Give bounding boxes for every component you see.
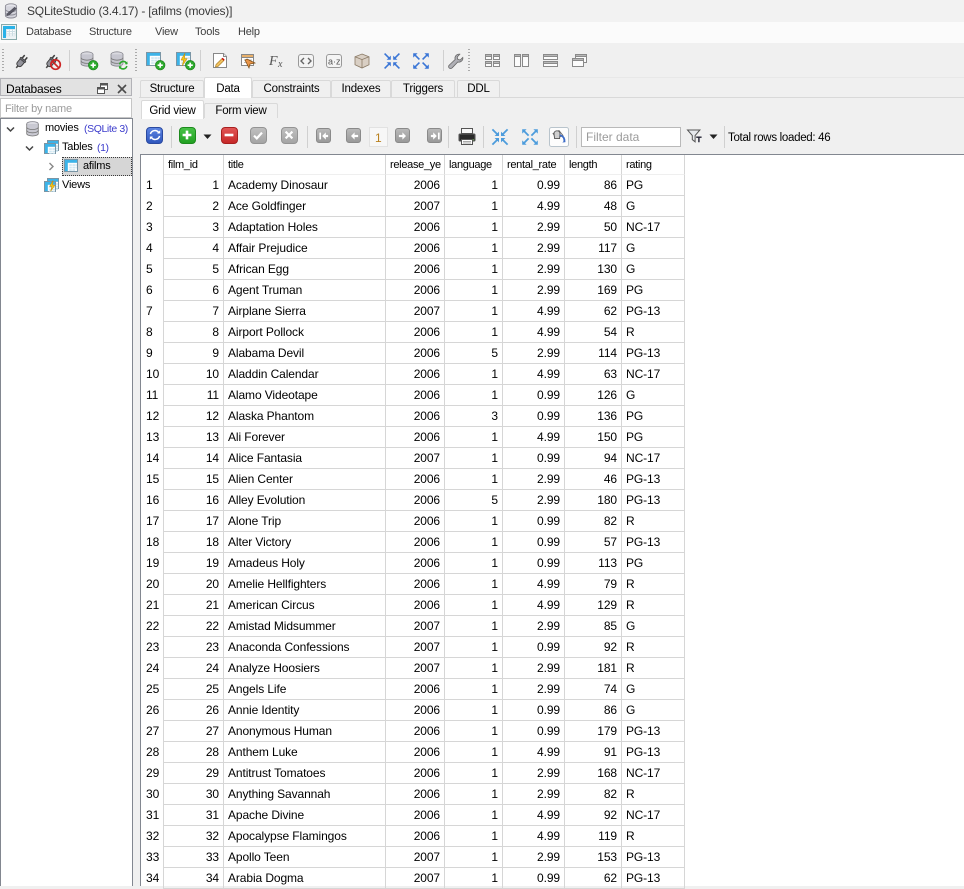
svg-text:F: F xyxy=(268,54,278,69)
svg-text:a·z: a·z xyxy=(328,57,341,67)
svg-text:x: x xyxy=(277,59,283,70)
